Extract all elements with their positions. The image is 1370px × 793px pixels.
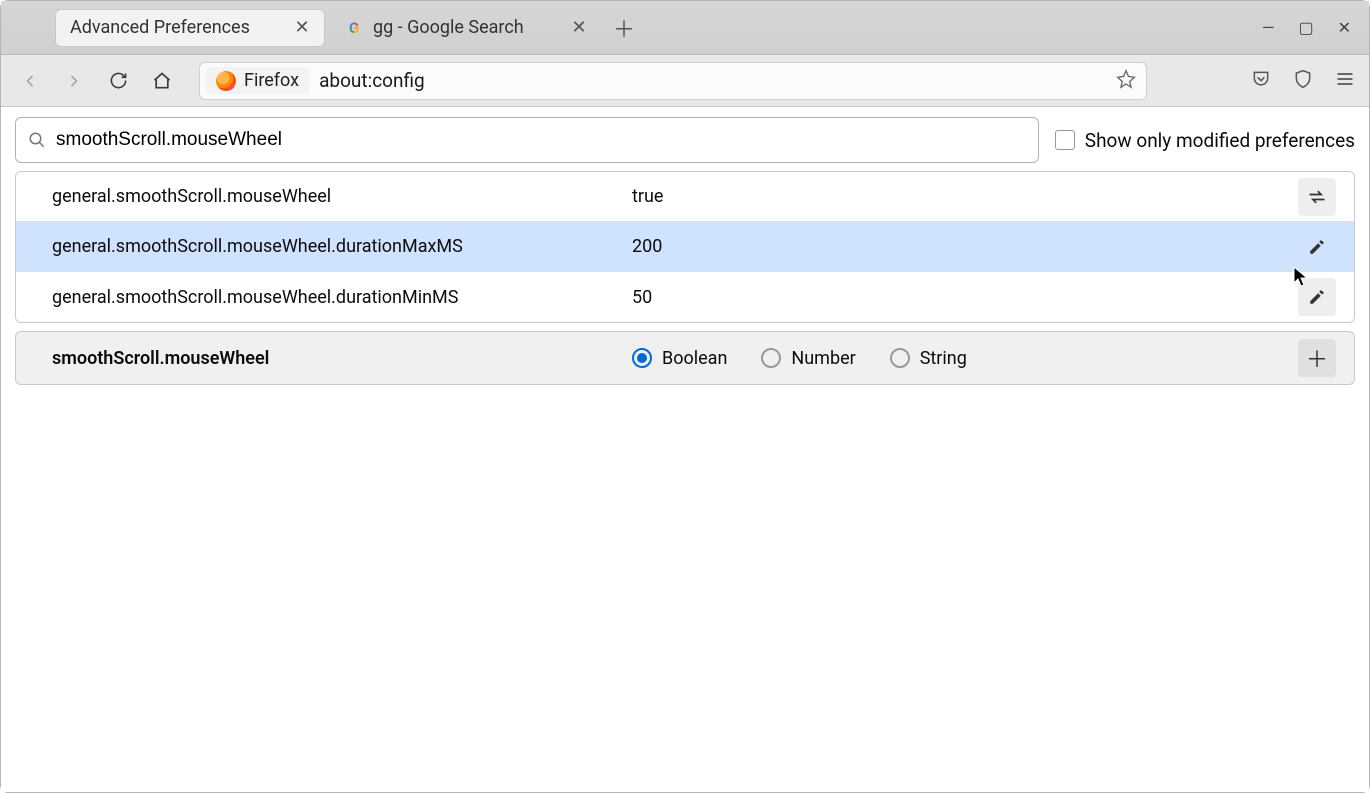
tab-strip: Advanced Preferences ✕ G gg - Google Sea… — [1, 1, 1369, 55]
pref-name: general.smoothScroll.mouseWheel — [52, 186, 632, 207]
back-button[interactable] — [15, 66, 45, 96]
close-window-icon[interactable]: ✕ — [1338, 18, 1351, 37]
preferences-table: general.smoothScroll.mouseWheel true gen… — [15, 171, 1355, 323]
toggle-icon — [1307, 187, 1327, 207]
google-icon: G — [345, 19, 363, 37]
radio-icon — [632, 348, 652, 368]
pencil-icon — [1308, 288, 1326, 306]
url-bar[interactable]: Firefox about:config — [199, 62, 1147, 100]
pref-value: 200 — [632, 236, 1298, 257]
radio-string[interactable]: String — [890, 348, 967, 369]
show-modified-label: Show only modified preferences — [1085, 129, 1355, 152]
pref-name: general.smoothScroll.mouseWheel.duration… — [52, 287, 632, 308]
radio-number[interactable]: Number — [761, 348, 855, 369]
radio-label: String — [920, 348, 967, 369]
navigation-toolbar: Firefox about:config — [1, 55, 1369, 107]
tab-title: gg - Google Search — [373, 17, 571, 38]
radio-icon — [761, 348, 781, 368]
radio-label: Boolean — [662, 348, 727, 369]
bookmark-star-icon[interactable] — [1116, 69, 1136, 93]
toggle-button[interactable] — [1298, 178, 1336, 216]
close-icon[interactable]: ✕ — [294, 20, 310, 36]
url-text: about:config — [319, 69, 1116, 92]
reload-button[interactable] — [103, 66, 133, 96]
edit-button[interactable] — [1298, 278, 1336, 316]
pref-name: general.smoothScroll.mouseWheel.duration… — [52, 236, 632, 257]
preference-search[interactable] — [15, 117, 1039, 163]
pref-value: true — [632, 186, 1298, 207]
pref-row[interactable]: general.smoothScroll.mouseWheel.duration… — [16, 222, 1354, 272]
checkbox-icon[interactable] — [1055, 130, 1075, 150]
minimize-icon[interactable]: — — [1262, 18, 1275, 37]
pocket-icon[interactable] — [1251, 69, 1271, 93]
pref-row[interactable]: general.smoothScroll.mouseWheel.duration… — [16, 272, 1354, 322]
tab-title: Advanced Preferences — [70, 17, 294, 38]
radio-label: Number — [791, 348, 855, 369]
pref-row[interactable]: general.smoothScroll.mouseWheel true — [16, 172, 1354, 222]
tab-google-search[interactable]: G gg - Google Search ✕ — [331, 9, 601, 47]
menu-icon[interactable] — [1335, 69, 1355, 93]
search-icon — [28, 131, 46, 149]
identity-label: Firefox — [244, 70, 299, 91]
pref-value: 50 — [632, 287, 1298, 308]
edit-button[interactable] — [1298, 228, 1336, 266]
new-tab-button[interactable]: ＋ — [607, 11, 641, 45]
new-pref-name: smoothScroll.mouseWheel — [52, 348, 632, 369]
close-icon[interactable]: ✕ — [571, 20, 587, 36]
shield-icon[interactable] — [1293, 69, 1313, 93]
tab-advanced-preferences[interactable]: Advanced Preferences ✕ — [55, 9, 325, 47]
radio-boolean[interactable]: Boolean — [632, 348, 727, 369]
about-config-content: Show only modified preferences general.s… — [1, 107, 1369, 792]
firefox-icon — [216, 71, 236, 91]
add-preference-row: smoothScroll.mouseWheel Boolean Number S… — [15, 331, 1355, 385]
window-controls: — ▢ ✕ — [1262, 18, 1369, 37]
home-button[interactable] — [147, 66, 177, 96]
search-input[interactable] — [56, 129, 1026, 151]
site-identity[interactable]: Firefox — [206, 67, 309, 94]
show-modified-toggle[interactable]: Show only modified preferences — [1055, 129, 1355, 152]
radio-icon — [890, 348, 910, 368]
forward-button[interactable] — [59, 66, 89, 96]
pencil-icon — [1308, 238, 1326, 256]
type-radio-group: Boolean Number String — [632, 348, 967, 369]
add-button[interactable]: ＋ — [1298, 339, 1336, 377]
plus-icon: ＋ — [1306, 342, 1328, 374]
maximize-icon[interactable]: ▢ — [1298, 18, 1313, 37]
